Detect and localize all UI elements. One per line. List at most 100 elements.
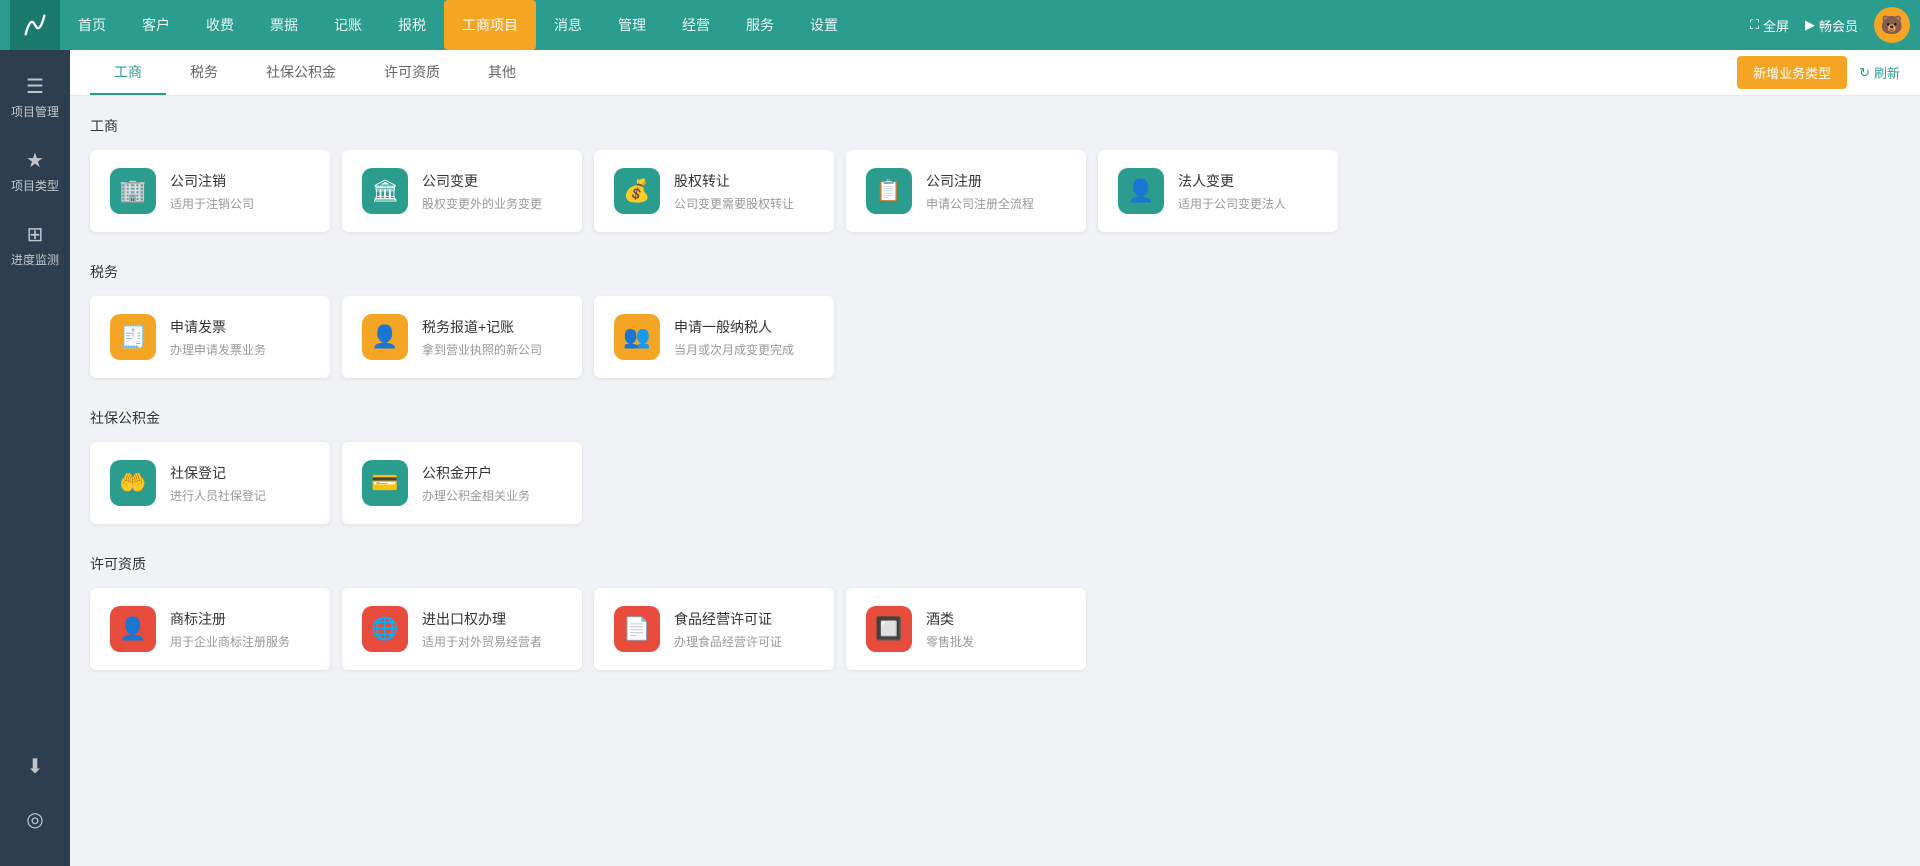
card-icon: 🏛 (362, 168, 408, 214)
card-法人变更[interactable]: 👤 法人变更 适用于公司变更法人 (1098, 150, 1338, 232)
card-申请一般纳税人[interactable]: 👥 申请一般纳税人 当月或次月成变更完成 (594, 296, 834, 378)
fullscreen-label: 全屏 (1763, 16, 1789, 35)
main-layout: ☰项目管理★项目类型⊞进度监测⬇◎ 工商税务社保公积金许可资质其他 新增业务类型… (0, 50, 1920, 866)
card-title: 公司注册 (926, 171, 1034, 191)
tab-许可资质[interactable]: 许可资质 (360, 50, 464, 95)
card-商标注册[interactable]: 👤 商标注册 用于企业商标注册服务 (90, 588, 330, 670)
nav-item-设置[interactable]: 设置 (792, 0, 856, 50)
page-content: 工商 🏢 公司注销 适用于注销公司 🏛 公司变更 股权变更外的业务变更 💰 股权… (70, 96, 1920, 866)
card-desc: 办理食品经营许可证 (674, 633, 782, 650)
tab-工商[interactable]: 工商 (90, 50, 166, 95)
section-title-许可资质: 许可资质 (90, 554, 1900, 574)
tab-其他[interactable]: 其他 (464, 50, 540, 95)
nav-item-工商项目[interactable]: 工商项目 (444, 0, 536, 50)
card-icon: 📋 (866, 168, 912, 214)
fullscreen-button[interactable]: ⛶ 全屏 (1750, 16, 1789, 35)
fullscreen-icon: ⛶ (1750, 17, 1759, 33)
card-title: 法人变更 (1178, 171, 1286, 191)
tab-bar: 工商税务社保公积金许可资质其他 新增业务类型 ↻ 刷新 (70, 50, 1920, 96)
member-label: 畅会员 (1819, 16, 1858, 35)
nav-item-首页[interactable]: 首页 (60, 0, 124, 50)
card-text: 公积金开户 办理公积金相关业务 (422, 463, 530, 504)
sidebar-bottom-item[interactable]: ⬇ (26, 740, 43, 793)
card-text: 税务报道+记账 拿到营业执照的新公司 (422, 317, 542, 358)
tabs: 工商税务社保公积金许可资质其他 (90, 50, 540, 95)
card-title: 公积金开户 (422, 463, 530, 483)
sidebar-bottom-icon: ◎ (26, 807, 43, 832)
card-title: 食品经营许可证 (674, 609, 782, 629)
cards-grid-工商: 🏢 公司注销 适用于注销公司 🏛 公司变更 股权变更外的业务变更 💰 股权转让 … (90, 150, 1900, 232)
card-icon: 💰 (614, 168, 660, 214)
card-desc: 申请公司注册全流程 (926, 195, 1034, 212)
card-icon: 🏢 (110, 168, 156, 214)
add-business-type-button[interactable]: 新增业务类型 (1737, 56, 1847, 89)
video-icon: ▶ (1805, 17, 1815, 33)
card-公司注册[interactable]: 📋 公司注册 申请公司注册全流程 (846, 150, 1086, 232)
card-title: 社保登记 (170, 463, 266, 483)
card-title: 公司变更 (422, 171, 542, 191)
cards-grid-社保公积金: 🤲 社保登记 进行人员社保登记 💳 公积金开户 办理公积金相关业务 (90, 442, 1900, 524)
refresh-icon: ↻ (1859, 65, 1870, 81)
sidebar-item-项目管理[interactable]: ☰项目管理 (0, 60, 70, 134)
card-icon: 👤 (362, 314, 408, 360)
member-button[interactable]: ▶ 畅会员 (1805, 16, 1858, 35)
nav-item-收费[interactable]: 收费 (188, 0, 252, 50)
card-text: 公司变更 股权变更外的业务变更 (422, 171, 542, 212)
top-nav-right: ⛶ 全屏 ▶ 畅会员 🐻 (1750, 7, 1910, 43)
card-税务报道+记账[interactable]: 👤 税务报道+记账 拿到营业执照的新公司 (342, 296, 582, 378)
card-进出口权办理[interactable]: 🌐 进出口权办理 适用于对外贸易经营者 (342, 588, 582, 670)
card-title: 公司注销 (170, 171, 254, 191)
card-社保登记[interactable]: 🤲 社保登记 进行人员社保登记 (90, 442, 330, 524)
card-icon: 📄 (614, 606, 660, 652)
tab-社保公积金[interactable]: 社保公积金 (242, 50, 360, 95)
card-desc: 股权变更外的业务变更 (422, 195, 542, 212)
card-title: 酒类 (926, 609, 974, 629)
sidebar-icon: ★ (26, 148, 44, 173)
nav-item-报税[interactable]: 报税 (380, 0, 444, 50)
sidebar: ☰项目管理★项目类型⊞进度监测⬇◎ (0, 50, 70, 866)
card-title: 股权转让 (674, 171, 794, 191)
card-desc: 用于企业商标注册服务 (170, 633, 290, 650)
nav-item-客户[interactable]: 客户 (124, 0, 188, 50)
content-area: 工商税务社保公积金许可资质其他 新增业务类型 ↻ 刷新 工商 🏢 公司注销 适用… (70, 50, 1920, 866)
card-icon: 👤 (110, 606, 156, 652)
nav-item-记账[interactable]: 记账 (316, 0, 380, 50)
card-text: 进出口权办理 适用于对外贸易经营者 (422, 609, 542, 650)
nav-item-服务[interactable]: 服务 (728, 0, 792, 50)
sidebar-item-进度监测[interactable]: ⊞进度监测 (0, 208, 70, 282)
card-desc: 拿到营业执照的新公司 (422, 341, 542, 358)
nav-item-票据[interactable]: 票据 (252, 0, 316, 50)
card-title: 进出口权办理 (422, 609, 542, 629)
sidebar-bottom: ⬇◎ (26, 740, 43, 866)
card-股权转让[interactable]: 💰 股权转让 公司变更需要股权转让 (594, 150, 834, 232)
card-icon: 👤 (1118, 168, 1164, 214)
sidebar-item-项目类型[interactable]: ★项目类型 (0, 134, 70, 208)
card-公司变更[interactable]: 🏛 公司变更 股权变更外的业务变更 (342, 150, 582, 232)
card-desc: 进行人员社保登记 (170, 487, 266, 504)
card-食品经营许可证[interactable]: 📄 食品经营许可证 办理食品经营许可证 (594, 588, 834, 670)
avatar[interactable]: 🐻 (1874, 7, 1910, 43)
card-icon: 🧾 (110, 314, 156, 360)
card-text: 股权转让 公司变更需要股权转让 (674, 171, 794, 212)
cards-grid-许可资质: 👤 商标注册 用于企业商标注册服务 🌐 进出口权办理 适用于对外贸易经营者 📄 … (90, 588, 1900, 670)
card-desc: 办理公积金相关业务 (422, 487, 530, 504)
card-text: 公司注册 申请公司注册全流程 (926, 171, 1034, 212)
tab-税务[interactable]: 税务 (166, 50, 242, 95)
nav-item-消息[interactable]: 消息 (536, 0, 600, 50)
sidebar-label: 进度监测 (11, 251, 59, 268)
card-公司注销[interactable]: 🏢 公司注销 适用于注销公司 (90, 150, 330, 232)
card-text: 商标注册 用于企业商标注册服务 (170, 609, 290, 650)
card-text: 酒类 零售批发 (926, 609, 974, 650)
nav-item-经营[interactable]: 经营 (664, 0, 728, 50)
top-nav: 首页客户收费票据记账报税工商项目消息管理经营服务设置 ⛶ 全屏 ▶ 畅会员 🐻 (0, 0, 1920, 50)
card-申请发票[interactable]: 🧾 申请发票 办理申请发票业务 (90, 296, 330, 378)
card-desc: 办理申请发票业务 (170, 341, 266, 358)
sidebar-bottom-item[interactable]: ◎ (26, 793, 43, 846)
card-公积金开户[interactable]: 💳 公积金开户 办理公积金相关业务 (342, 442, 582, 524)
card-酒类[interactable]: 🔲 酒类 零售批发 (846, 588, 1086, 670)
card-title: 申请一般纳税人 (674, 317, 794, 337)
nav-item-管理[interactable]: 管理 (600, 0, 664, 50)
refresh-button[interactable]: ↻ 刷新 (1859, 63, 1900, 82)
card-desc: 适用于公司变更法人 (1178, 195, 1286, 212)
card-title: 税务报道+记账 (422, 317, 542, 337)
